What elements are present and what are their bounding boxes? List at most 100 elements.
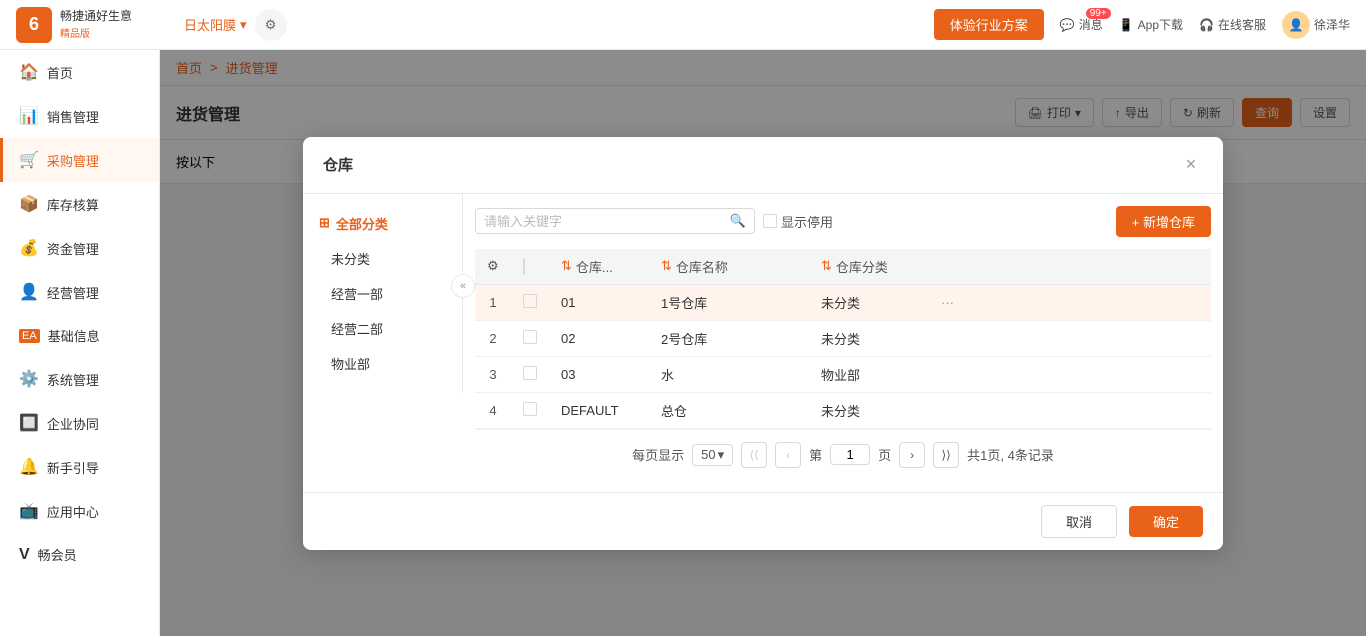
column-settings-icon[interactable]: ⚙ <box>487 258 499 273</box>
operation-icon: 👤 <box>19 282 39 302</box>
try-industry-button[interactable]: 体验行业方案 <box>934 9 1044 40</box>
sidebar-item-vip[interactable]: V 畅会员 <box>0 533 159 576</box>
page-first-button[interactable]: ⟨⟨ <box>741 442 767 468</box>
table-row[interactable]: 1 01 1号仓库 未分类 ··· <box>475 284 1211 320</box>
row-more-icon-1[interactable]: ··· <box>941 295 954 310</box>
category-item-dept2[interactable]: 经营二部 <box>303 311 462 346</box>
search-icon[interactable]: 🔍 <box>730 213 746 229</box>
page-number-input[interactable] <box>830 444 870 465</box>
td-row-settings-4: 4 <box>475 392 511 428</box>
table-body: 1 01 1号仓库 未分类 ··· <box>475 284 1211 428</box>
settings-button[interactable]: ⚙ <box>255 9 287 41</box>
header-actions: 体验行业方案 💬 消息 99+ 📱 App下载 🎧 在线客服 👤 徐泽华 <box>934 9 1350 40</box>
td-category-2: 未分类 <box>809 320 929 356</box>
search-input[interactable] <box>484 214 726 229</box>
logo-text-area: 畅捷通好生意 精品版 <box>60 9 132 40</box>
table-header-row: ⚙ ⇅ 仓库... <box>475 249 1211 285</box>
category-item-property[interactable]: 物业部 <box>303 346 462 381</box>
sidebar-item-home[interactable]: 🏠 首页 <box>0 50 159 94</box>
page-last-button[interactable]: ⟩⟩ <box>933 442 959 468</box>
base-icon: EA <box>19 329 40 343</box>
td-category-4: 未分类 <box>809 392 929 428</box>
header-checkbox[interactable] <box>523 258 525 275</box>
td-name-2: 2号仓库 <box>649 320 809 356</box>
enterprise-icon: 🔲 <box>19 413 39 433</box>
main-layout: 🏠 首页 📊 销售管理 🛒 采购管理 📦 库存核算 💰 资金管理 👤 经营管理 … <box>0 50 1366 636</box>
row-checkbox-2[interactable] <box>523 330 537 344</box>
td-category-1: 未分类 <box>809 284 929 320</box>
code-sort-icon[interactable]: ⇅ <box>561 258 572 274</box>
td-row-settings-3: 3 <box>475 356 511 392</box>
notification-item[interactable]: 💬 消息 99+ <box>1060 16 1103 33</box>
inventory-icon: 📦 <box>19 194 39 214</box>
notification-badge: 99+ <box>1086 8 1111 19</box>
th-checkbox <box>511 249 549 285</box>
sidebar-item-inventory[interactable]: 📦 库存核算 <box>0 182 159 226</box>
new-warehouse-button[interactable]: + 新增仓库 <box>1116 206 1211 237</box>
show-disabled-toggle[interactable]: 显示停用 <box>763 212 833 231</box>
category-item-unclassified[interactable]: 未分类 <box>303 241 462 276</box>
modal-close-button[interactable]: × <box>1179 153 1203 177</box>
search-input-wrap: 🔍 <box>475 208 755 234</box>
modal-body: ⊞ 全部分类 未分类 经营一部 经营二部 物业部 « <box>303 194 1223 492</box>
th-name: ⇅ 仓库名称 <box>649 249 809 285</box>
td-more-2 <box>929 320 1211 356</box>
headset-icon: 🎧 <box>1199 18 1214 32</box>
store-selector[interactable]: 日太阳膜 ▾ <box>176 11 255 38</box>
table-row[interactable]: 3 03 水 物业部 <box>475 356 1211 392</box>
page-next-button[interactable]: › <box>899 442 925 468</box>
row-checkbox-1[interactable] <box>523 294 537 308</box>
table-panel: 🔍 显示停用 + 新增仓库 <box>463 194 1223 492</box>
td-category-3: 物业部 <box>809 356 929 392</box>
sidebar-item-base[interactable]: EA 基础信息 <box>0 314 159 357</box>
sidebar-item-enterprise[interactable]: 🔲 企业协同 <box>0 401 159 445</box>
category-collapse-button[interactable]: « <box>451 274 475 298</box>
appcenter-icon: 📺 <box>19 501 39 521</box>
th-code: ⇅ 仓库... <box>549 249 649 285</box>
show-disabled-checkbox[interactable] <box>763 214 777 228</box>
home-icon: 🏠 <box>19 62 39 82</box>
guide-icon: 🔔 <box>19 457 39 477</box>
table-row[interactable]: 2 02 2号仓库 未分类 <box>475 320 1211 356</box>
td-name-4: 总仓 <box>649 392 809 428</box>
confirm-button[interactable]: 确定 <box>1129 506 1203 537</box>
td-row-settings-1: 1 <box>475 284 511 320</box>
category-panel-wrapper: ⊞ 全部分类 未分类 经营一部 经营二部 物业部 « <box>303 194 463 492</box>
page-size-dropdown-icon: ▾ <box>718 447 725 463</box>
warehouse-table: ⚙ ⇅ 仓库... <box>475 249 1211 429</box>
td-row-settings-2: 2 <box>475 320 511 356</box>
sidebar-item-finance[interactable]: 💰 资金管理 <box>0 226 159 270</box>
sidebar-item-system[interactable]: ⚙️ 系统管理 <box>0 357 159 401</box>
td-name-1: 1号仓库 <box>649 284 809 320</box>
sidebar: 🏠 首页 📊 销售管理 🛒 采购管理 📦 库存核算 💰 资金管理 👤 经营管理 … <box>0 50 160 636</box>
sales-icon: 📊 <box>19 106 39 126</box>
table-row[interactable]: 4 DEFAULT 总仓 未分类 <box>475 392 1211 428</box>
online-service-item[interactable]: 🎧 在线客服 <box>1199 16 1266 33</box>
sidebar-item-appcenter[interactable]: 📺 应用中心 <box>0 489 159 533</box>
category-all[interactable]: ⊞ 全部分类 <box>303 206 462 241</box>
app-logo-icon: 6 <box>16 7 52 43</box>
sidebar-item-operation[interactable]: 👤 经营管理 <box>0 270 159 314</box>
td-num-2 <box>511 320 549 356</box>
modal-footer: 取消 确定 <box>303 492 1223 550</box>
row-checkbox-4[interactable] <box>523 402 537 416</box>
cancel-button[interactable]: 取消 <box>1041 505 1117 538</box>
user-avatar: 👤 <box>1282 11 1310 39</box>
top-header: 6 畅捷通好生意 精品版 日太阳膜 ▾ ⚙ 体验行业方案 💬 消息 99+ 📱 … <box>0 0 1366 50</box>
td-num-4 <box>511 392 549 428</box>
user-profile-item[interactable]: 👤 徐泽华 <box>1282 11 1350 39</box>
app-edition: 精品版 <box>60 25 132 40</box>
sidebar-item-purchase[interactable]: 🛒 采购管理 <box>0 138 159 182</box>
name-sort-icon[interactable]: ⇅ <box>661 258 672 274</box>
row-checkbox-3[interactable] <box>523 366 537 380</box>
page-size-selector[interactable]: 50 ▾ <box>692 444 733 466</box>
td-num-3 <box>511 356 549 392</box>
page-prev-button[interactable]: ‹ <box>775 442 801 468</box>
category-item-dept1[interactable]: 经营一部 <box>303 276 462 311</box>
app-download-item[interactable]: 📱 App下载 <box>1119 16 1183 33</box>
category-sort-icon[interactable]: ⇅ <box>821 258 832 274</box>
th-settings: ⚙ <box>475 249 511 285</box>
sidebar-item-guide[interactable]: 🔔 新手引导 <box>0 445 159 489</box>
sidebar-item-sales[interactable]: 📊 销售管理 <box>0 94 159 138</box>
td-num-1 <box>511 284 549 320</box>
